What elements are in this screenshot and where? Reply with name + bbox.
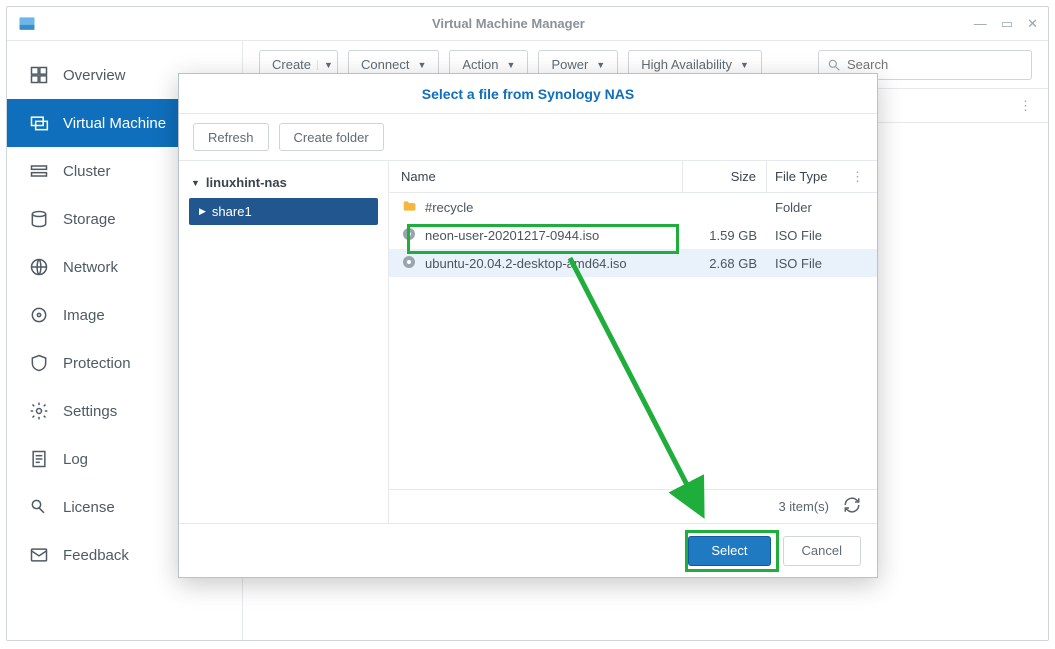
sidebar-item-label: Cluster (63, 163, 111, 180)
cluster-icon (29, 161, 49, 181)
log-icon (29, 449, 49, 469)
sidebar-item-label: Feedback (63, 547, 129, 564)
image-icon (29, 305, 49, 325)
file-row-ubuntu-iso[interactable]: ubuntu-20.04.2-desktop-amd64.iso 2.68 GB… (389, 249, 877, 277)
sidebar-item-label: Settings (63, 403, 117, 420)
sidebar-item-label: Protection (63, 355, 131, 372)
sidebar-item-label: Log (63, 451, 88, 468)
select-button[interactable]: Select (688, 536, 770, 566)
storage-icon (29, 209, 49, 229)
file-list: Name Size File Type ⋮ #recycle Folder (389, 161, 877, 523)
col-name[interactable]: Name (389, 161, 683, 192)
file-row-neon-iso[interactable]: neon-user-20201217-0944.iso 1.59 GB ISO … (389, 221, 877, 249)
create-folder-button[interactable]: Create folder (279, 123, 384, 151)
item-count: 3 item(s) (778, 499, 829, 514)
sidebar-item-label: Storage (63, 211, 116, 228)
folder-icon (401, 199, 417, 216)
search-input[interactable] (847, 57, 1023, 72)
cancel-button[interactable]: Cancel (783, 536, 861, 566)
refresh-button[interactable]: Refresh (193, 123, 269, 151)
maximize-icon[interactable]: ▭ (1001, 16, 1013, 32)
settings-icon (29, 401, 49, 421)
protection-icon (29, 353, 49, 373)
app-icon (17, 14, 37, 34)
dialog-title: Select a file from Synology NAS (179, 74, 877, 114)
chevron-down-icon: ▼ (191, 178, 200, 188)
chevron-down-icon: ▼ (507, 60, 516, 70)
vm-icon (29, 113, 49, 133)
chevron-down-icon: ▼ (740, 60, 749, 70)
overview-icon (29, 65, 49, 85)
iso-icon (401, 254, 417, 273)
chevron-right-icon: ▶ (199, 206, 206, 217)
license-icon (29, 497, 49, 517)
search-icon (827, 58, 841, 72)
tree-node-share1[interactable]: ▶ share1 (189, 198, 378, 225)
titlebar: Virtual Machine Manager — ▭ ✕ (7, 7, 1048, 41)
sidebar-item-label: Image (63, 307, 105, 324)
tree-root[interactable]: ▼ linuxhint-nas (179, 171, 388, 194)
columns-menu-icon[interactable]: ⋮ (851, 169, 869, 185)
file-row-recycle[interactable]: #recycle Folder (389, 193, 877, 221)
chevron-down-icon: ▼ (417, 60, 426, 70)
file-list-status: 3 item(s) (389, 489, 877, 523)
sidebar-item-label: Virtual Machine (63, 115, 166, 132)
folder-tree: ▼ linuxhint-nas ▶ share1 (179, 161, 389, 523)
iso-icon (401, 226, 417, 245)
chevron-down-icon[interactable]: ▼ (317, 60, 333, 70)
sidebar-item-label: Overview (63, 67, 126, 84)
network-icon (29, 257, 49, 277)
refresh-icon[interactable] (843, 496, 861, 517)
table-columns-menu-icon[interactable]: ⋮ (1019, 98, 1032, 114)
chevron-down-icon: ▼ (596, 60, 605, 70)
col-type[interactable]: File Type (767, 161, 851, 192)
dialog-footer: Select Cancel (179, 523, 877, 577)
col-size[interactable]: Size (683, 161, 767, 192)
sidebar-item-label: Network (63, 259, 118, 276)
window-title: Virtual Machine Manager (43, 16, 974, 31)
file-picker-dialog: Select a file from Synology NAS Refresh … (178, 73, 878, 578)
feedback-icon (29, 545, 49, 565)
minimize-icon[interactable]: — (974, 16, 987, 32)
dialog-toolbar: Refresh Create folder (179, 114, 877, 160)
sidebar-item-label: License (63, 499, 115, 516)
close-icon[interactable]: ✕ (1027, 16, 1038, 32)
file-list-header: Name Size File Type ⋮ (389, 161, 877, 193)
